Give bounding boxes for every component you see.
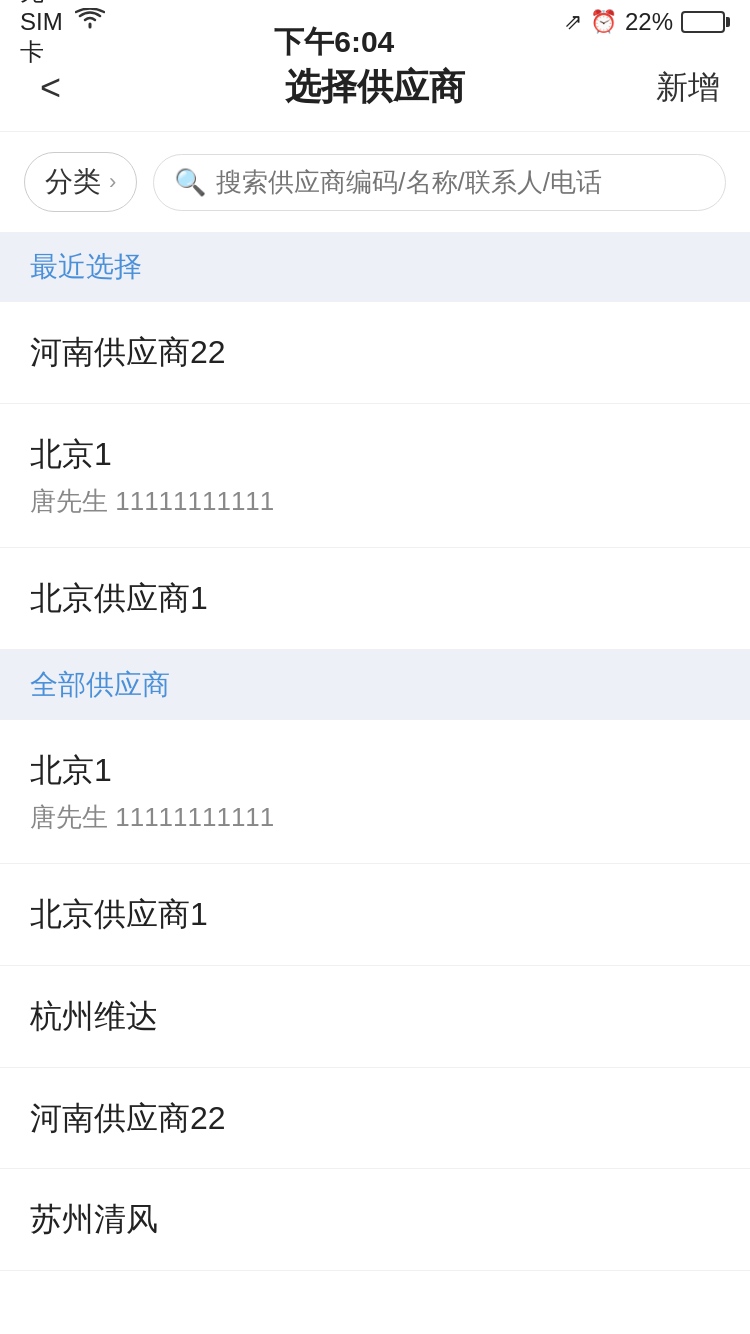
item-name: 苏州清风 bbox=[30, 1197, 720, 1242]
all-items-list: 北京1 唐先生 11111111111 北京供应商1 杭州维达河南供应商22 苏州清风 bbox=[0, 720, 750, 1271]
all-section-header: 全部供应商 bbox=[0, 650, 750, 720]
nav-title: 选择供应商 bbox=[285, 63, 465, 112]
battery-icon bbox=[681, 11, 730, 33]
search-icon: 🔍 bbox=[174, 167, 206, 198]
recent-items-list: 河南供应商22 北京1 唐先生 11111111111 北京供应商1 bbox=[0, 302, 750, 650]
status-right: ⇗ ⏰ 22% bbox=[564, 8, 730, 36]
list-item[interactable]: 北京供应商1 bbox=[0, 548, 750, 650]
item-name: 北京供应商1 bbox=[30, 892, 720, 937]
item-sub: 唐先生 11111111111 bbox=[30, 799, 720, 835]
list-item[interactable]: 北京1 唐先生 11111111111 bbox=[0, 720, 750, 864]
recent-section-header: 最近选择 bbox=[0, 232, 750, 302]
item-name: 北京供应商1 bbox=[30, 576, 720, 621]
item-name: 河南供应商22 bbox=[30, 330, 720, 375]
category-label: 分类 bbox=[45, 163, 101, 201]
search-input[interactable] bbox=[216, 167, 705, 198]
new-action-button[interactable]: 新增 bbox=[656, 66, 720, 110]
status-time: 下午6:04 bbox=[274, 22, 394, 63]
item-name: 杭州维达 bbox=[30, 994, 720, 1039]
list-item[interactable]: 苏州清风 bbox=[0, 1169, 750, 1271]
alarm-icon: ⏰ bbox=[590, 9, 617, 35]
item-name: 北京1 bbox=[30, 432, 720, 477]
battery-text: 22% bbox=[625, 8, 673, 36]
item-name: 河南供应商22 bbox=[30, 1096, 720, 1141]
chevron-right-icon: › bbox=[109, 169, 116, 195]
filter-bar: 分类 › 🔍 bbox=[0, 132, 750, 232]
list-item[interactable]: 杭州维达 bbox=[0, 966, 750, 1068]
wifi-icon bbox=[75, 8, 105, 36]
list-item[interactable]: 北京供应商1 bbox=[0, 864, 750, 966]
list-item[interactable]: 河南供应商22 bbox=[0, 1068, 750, 1170]
category-button[interactable]: 分类 › bbox=[24, 152, 137, 212]
location-icon: ⇗ bbox=[564, 9, 582, 35]
all-section-label: 全部供应商 bbox=[30, 669, 170, 700]
list-item[interactable]: 北京1 唐先生 11111111111 bbox=[0, 404, 750, 548]
status-bar: 无SIM卡 下午6:04 ⇗ ⏰ 22% bbox=[0, 0, 750, 44]
recent-section-label: 最近选择 bbox=[30, 251, 142, 282]
back-button[interactable]: < bbox=[30, 57, 71, 119]
item-name: 北京1 bbox=[30, 748, 720, 793]
list-item[interactable]: 河南供应商22 bbox=[0, 302, 750, 404]
search-box: 🔍 bbox=[153, 154, 726, 211]
item-sub: 唐先生 11111111111 bbox=[30, 483, 720, 519]
